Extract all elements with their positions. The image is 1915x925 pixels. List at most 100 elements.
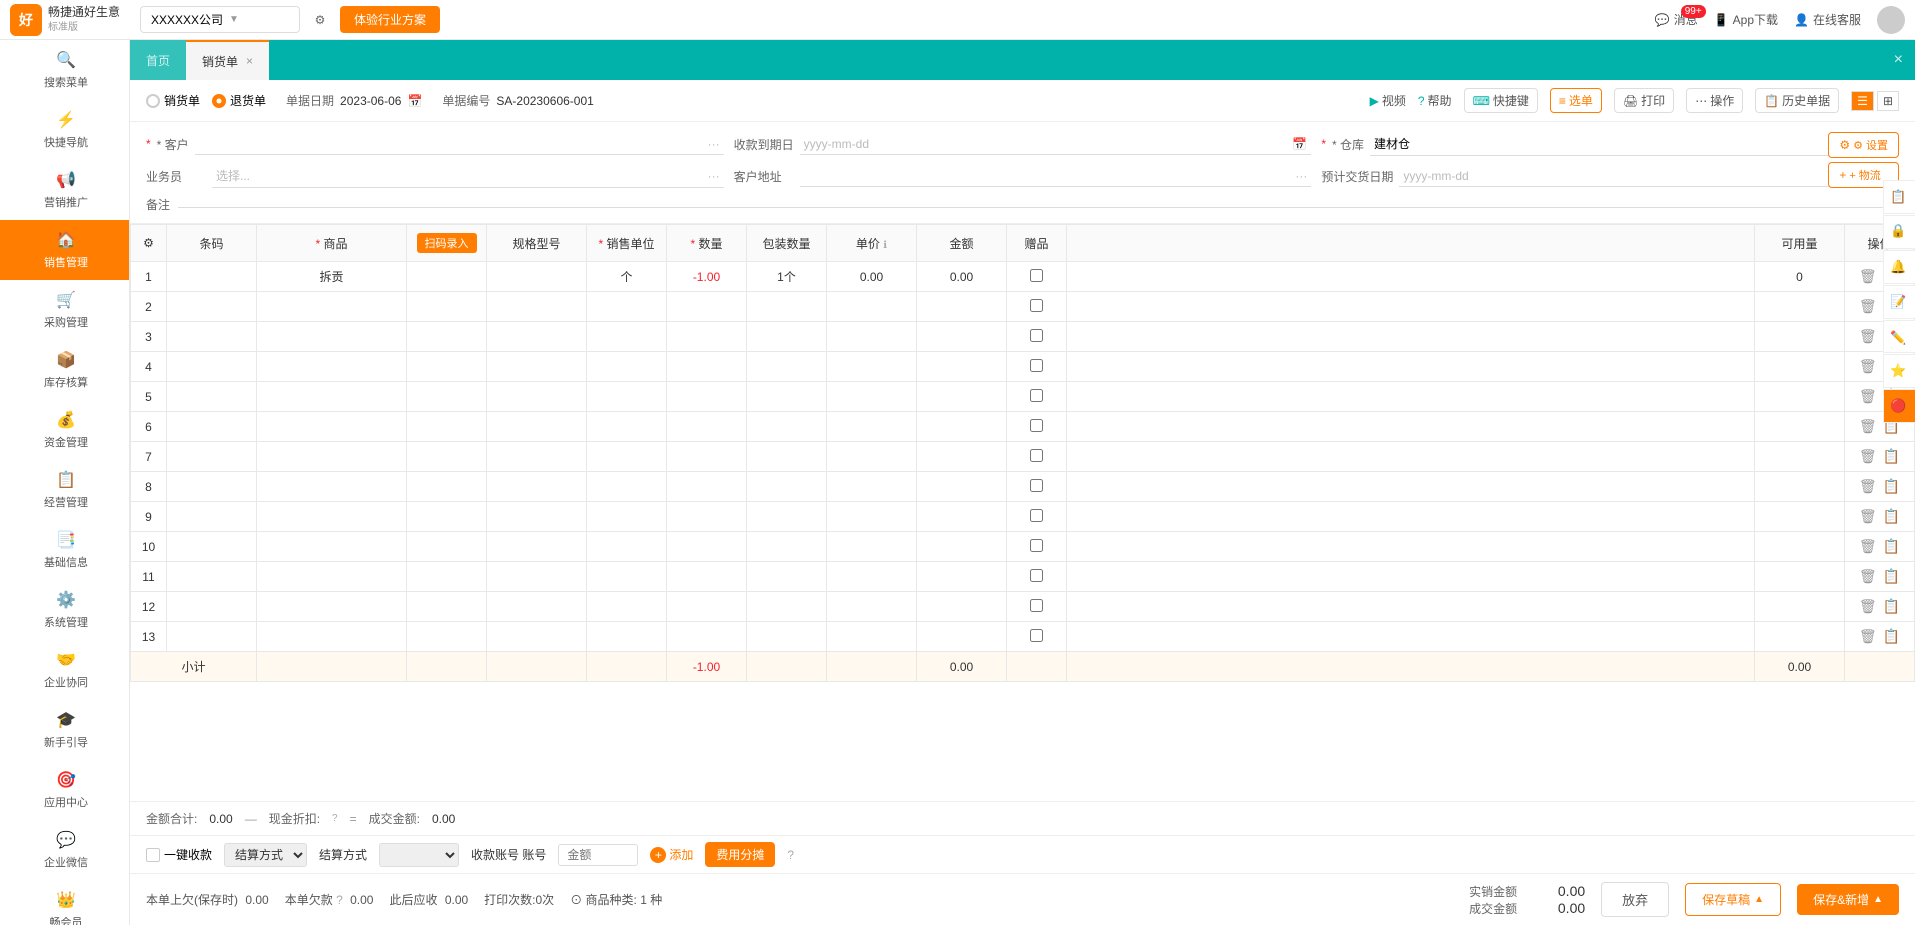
gift-checkbox-3[interactable] bbox=[1030, 329, 1043, 342]
online-service-btn[interactable]: 👤 在线客服 bbox=[1794, 11, 1861, 28]
sidebar-item-sales[interactable]: 🏠 销售管理 bbox=[0, 220, 129, 280]
window-close-icon[interactable]: × bbox=[1894, 51, 1903, 69]
rf-btn-6[interactable]: ⭐ bbox=[1883, 354, 1915, 388]
list-view-btn[interactable]: ☰ bbox=[1851, 91, 1874, 111]
expected-date-input[interactable]: yyyy-mm-dd 📅 bbox=[1399, 166, 1899, 187]
gift-checkbox-8[interactable] bbox=[1030, 479, 1043, 492]
total-owe-help[interactable]: ? bbox=[336, 893, 343, 907]
calendar-icon[interactable]: 📅 bbox=[407, 94, 422, 108]
grid-view-btn[interactable]: ⊞ bbox=[1877, 91, 1899, 111]
remark-input[interactable] bbox=[178, 201, 1899, 208]
row-unit-1[interactable]: 个 bbox=[587, 262, 667, 292]
discount-info-icon[interactable]: ? bbox=[332, 813, 338, 824]
payment-amount-input[interactable] bbox=[558, 844, 638, 866]
sidebar-item-system[interactable]: ⚙️ 系统管理 bbox=[0, 580, 129, 640]
customer-input[interactable]: ··· bbox=[195, 134, 724, 155]
abandon-button[interactable]: 放弃 bbox=[1601, 882, 1669, 917]
gift-checkbox-13[interactable] bbox=[1030, 629, 1043, 642]
payment-checkbox[interactable] bbox=[146, 848, 160, 862]
copy-icon-9[interactable]: 📋 bbox=[1883, 508, 1900, 525]
expense-split-btn[interactable]: 费用分摊 bbox=[705, 842, 775, 867]
delete-icon-3[interactable]: 🗑 bbox=[1859, 328, 1877, 345]
tab-home[interactable]: 首页 bbox=[130, 40, 186, 80]
save-draft-button[interactable]: 保存草稿 ▲ bbox=[1685, 883, 1781, 916]
delete-icon-1[interactable]: 🗑 bbox=[1859, 268, 1877, 285]
help-btn[interactable]: ? 帮助 bbox=[1418, 92, 1452, 109]
row-pkg-1[interactable]: 1个 bbox=[747, 262, 827, 292]
trial-button[interactable]: 体验行业方案 bbox=[340, 6, 440, 33]
rf-btn-5[interactable]: ✏️ bbox=[1883, 320, 1915, 354]
scan-btn[interactable]: 扫码录入 bbox=[417, 233, 477, 253]
rf-btn-4[interactable]: 📝 bbox=[1883, 285, 1915, 319]
avatar[interactable] bbox=[1877, 6, 1905, 34]
gift-checkbox-6[interactable] bbox=[1030, 419, 1043, 432]
settings-icon-btn[interactable]: ⚙ bbox=[306, 6, 334, 34]
gift-checkbox-12[interactable] bbox=[1030, 599, 1043, 612]
delete-icon-11[interactable]: 🗑 bbox=[1859, 568, 1877, 585]
row-amount-1[interactable]: 0.00 bbox=[917, 262, 1007, 292]
rf-btn-7[interactable]: 🔴 bbox=[1883, 389, 1915, 423]
history-btn[interactable]: 📋 历史单据 bbox=[1755, 88, 1839, 113]
delete-icon-5[interactable]: 🗑 bbox=[1859, 388, 1877, 405]
rf-btn-3[interactable]: 🔔 bbox=[1883, 250, 1915, 284]
copy-icon-7[interactable]: 📋 bbox=[1883, 448, 1900, 465]
sidebar-item-marketing[interactable]: 📢 营销推广 bbox=[0, 160, 129, 220]
shortcut-btn[interactable]: ⌨ 快捷键 bbox=[1464, 88, 1538, 113]
th-config[interactable]: ⚙ bbox=[131, 225, 167, 262]
row-barcode-1[interactable] bbox=[167, 262, 257, 292]
row-qty-1[interactable]: -1.00 bbox=[667, 262, 747, 292]
sidebar-item-quicknav[interactable]: ⚡ 快捷导航 bbox=[0, 100, 129, 160]
row-gift-1[interactable] bbox=[1007, 262, 1067, 292]
app-download-btn[interactable]: 📱 App下载 bbox=[1714, 11, 1778, 28]
gift-checkbox-1[interactable] bbox=[1030, 269, 1043, 282]
gift-checkbox-5[interactable] bbox=[1030, 389, 1043, 402]
customer-addr-dots[interactable]: ··· bbox=[1295, 169, 1307, 183]
copy-icon-12[interactable]: 📋 bbox=[1883, 598, 1900, 615]
customer-dots[interactable]: ··· bbox=[708, 137, 720, 151]
select-bill-btn[interactable]: ≡ 选单 bbox=[1550, 88, 1602, 113]
gift-checkbox-4[interactable] bbox=[1030, 359, 1043, 372]
operation-btn[interactable]: ⋯ 操作 bbox=[1686, 88, 1743, 113]
rf-btn-2[interactable]: 🔒 bbox=[1883, 215, 1915, 249]
gift-checkbox-9[interactable] bbox=[1030, 509, 1043, 522]
sidebar-item-management[interactable]: 📋 经营管理 bbox=[0, 460, 129, 520]
one-click-payment-checkbox[interactable]: 一键收款 bbox=[146, 846, 212, 863]
sidebar-item-wechat[interactable]: 💬 企业微信 bbox=[0, 820, 129, 880]
tab-sales[interactable]: 销货单 × bbox=[186, 40, 269, 80]
sidebar-item-inventory[interactable]: 📦 库存核算 bbox=[0, 340, 129, 400]
sidebar-item-newguide[interactable]: 🎓 新手引导 bbox=[0, 700, 129, 760]
sidebar-item-purchase[interactable]: 🛒 采购管理 bbox=[0, 280, 129, 340]
return-order-radio[interactable]: 退货单 bbox=[212, 92, 266, 109]
sidebar-item-finance[interactable]: 💰 资金管理 bbox=[0, 400, 129, 460]
delete-icon-6[interactable]: 🗑 bbox=[1859, 418, 1877, 435]
copy-icon-10[interactable]: 📋 bbox=[1883, 538, 1900, 555]
copy-icon-8[interactable]: 📋 bbox=[1883, 478, 1900, 495]
tab-close-icon[interactable]: × bbox=[246, 54, 253, 68]
add-payment-btn[interactable]: + 添加 bbox=[650, 846, 693, 863]
gift-checkbox-10[interactable] bbox=[1030, 539, 1043, 552]
salesperson-input[interactable]: 选择... ··· bbox=[212, 164, 724, 188]
delete-icon-4[interactable]: 🗑 bbox=[1859, 358, 1877, 375]
copy-icon-13[interactable]: 📋 bbox=[1883, 628, 1900, 645]
row-spec-1[interactable] bbox=[487, 262, 587, 292]
delete-icon-7[interactable]: 🗑 bbox=[1859, 448, 1877, 465]
gift-checkbox-7[interactable] bbox=[1030, 449, 1043, 462]
account-select[interactable] bbox=[379, 843, 459, 867]
calc-method-select[interactable]: 结算方式 bbox=[224, 843, 307, 867]
sidebar-item-collab[interactable]: 🤝 企业协同 bbox=[0, 640, 129, 700]
message-btn[interactable]: 💬 消息 99+ bbox=[1655, 11, 1698, 28]
save-new-button[interactable]: 保存&新增 ▲ bbox=[1797, 884, 1899, 915]
payment-date-input[interactable]: yyyy-mm-dd 📅 bbox=[800, 134, 1312, 155]
payment-help-icon[interactable]: ? bbox=[787, 848, 794, 862]
settings-float-btn[interactable]: ⚙ ⚙ 设置 bbox=[1828, 132, 1899, 158]
print-btn[interactable]: 🖨 打印 bbox=[1614, 88, 1674, 113]
price-info-icon[interactable]: ℹ bbox=[883, 240, 887, 251]
delete-icon-13[interactable]: 🗑 bbox=[1859, 628, 1877, 645]
delete-icon-12[interactable]: 🗑 bbox=[1859, 598, 1877, 615]
row-price-1[interactable]: 0.00 bbox=[827, 262, 917, 292]
delete-icon-8[interactable]: 🗑 bbox=[1859, 478, 1877, 495]
sales-order-radio[interactable]: 销货单 bbox=[146, 92, 200, 109]
delete-icon-2[interactable]: 🗑 bbox=[1859, 298, 1877, 315]
gift-checkbox-11[interactable] bbox=[1030, 569, 1043, 582]
delete-icon-10[interactable]: 🗑 bbox=[1859, 538, 1877, 555]
